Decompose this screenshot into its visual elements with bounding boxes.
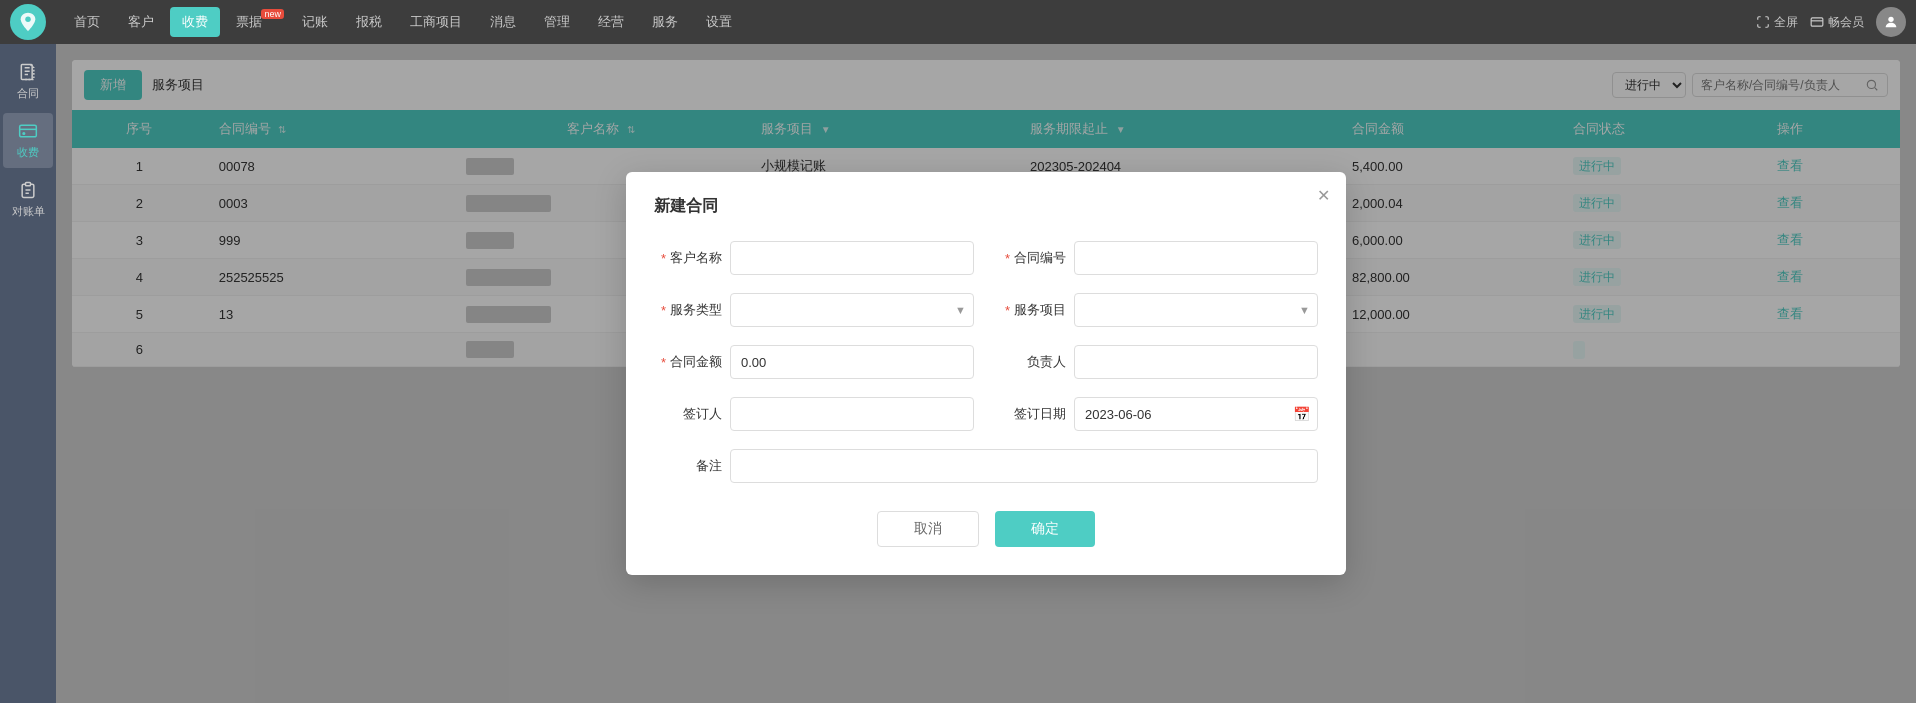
- label-sign-date: 签订日期: [998, 405, 1066, 423]
- nav-invoice[interactable]: 票据 new: [224, 7, 286, 37]
- input-signer[interactable]: [730, 397, 974, 431]
- field-customer-name: * 客户名称: [654, 241, 974, 275]
- modal-actions: 取消 确定: [654, 511, 1318, 547]
- nav-tax[interactable]: 报税: [344, 7, 394, 37]
- field-service-item: * 服务项目 ▼: [998, 293, 1318, 327]
- top-nav-right: 全屏 畅会员: [1756, 7, 1906, 37]
- field-sign-date: 签订日期 📅: [998, 397, 1318, 431]
- svg-rect-1: [1811, 18, 1823, 26]
- sidebar-item-contract[interactable]: 合同: [3, 54, 53, 109]
- sidebar: 合同 收费 对账单: [0, 44, 56, 703]
- new-contract-modal: ✕ 新建合同 * 客户名称: [626, 172, 1346, 575]
- field-remark: 备注: [654, 449, 1318, 483]
- confirm-button[interactable]: 确定: [995, 511, 1095, 547]
- nav-business[interactable]: 工商项目: [398, 7, 474, 37]
- svg-rect-3: [21, 65, 32, 80]
- select-service-item[interactable]: [1074, 293, 1318, 327]
- label-service-item: * 服务项目: [998, 301, 1066, 319]
- nav-billing[interactable]: 收费: [170, 7, 220, 37]
- member-button[interactable]: 畅会员: [1810, 14, 1864, 31]
- field-responsible: 负责人: [998, 345, 1318, 379]
- select-wrap-service-type: ▼: [730, 293, 974, 327]
- label-customer-name: * 客户名称: [654, 249, 722, 267]
- nav-operation[interactable]: 经营: [586, 7, 636, 37]
- svg-point-5: [23, 133, 25, 135]
- label-contract-amount: * 合同金额: [654, 353, 722, 371]
- sidebar-label-contract: 合同: [17, 86, 39, 101]
- modal-overlay: ✕ 新建合同 * 客户名称: [56, 44, 1916, 703]
- nav-customer[interactable]: 客户: [116, 7, 166, 37]
- nav-message[interactable]: 消息: [478, 7, 528, 37]
- sidebar-item-payment[interactable]: 收费: [3, 113, 53, 168]
- input-customer-name[interactable]: [730, 241, 974, 275]
- input-contract-amount[interactable]: [730, 345, 974, 379]
- select-service-type[interactable]: [730, 293, 974, 327]
- fullscreen-button[interactable]: 全屏: [1756, 14, 1798, 31]
- date-wrap-sign-date: 📅: [1074, 397, 1318, 431]
- input-contract-no[interactable]: [1074, 241, 1318, 275]
- top-navigation: 首页 客户 收费 票据 new 记账 报税 工商项目 消息 管理 经营 服务 设…: [0, 0, 1916, 44]
- label-service-type: * 服务类型: [654, 301, 722, 319]
- nav-manage[interactable]: 管理: [532, 7, 582, 37]
- label-remark: 备注: [654, 457, 722, 475]
- svg-rect-6: [26, 183, 31, 186]
- sidebar-label-payment: 收费: [17, 145, 39, 160]
- nav-bookkeeping[interactable]: 记账: [290, 7, 340, 37]
- modal-title: 新建合同: [654, 196, 1318, 217]
- modal-close-button[interactable]: ✕: [1317, 186, 1330, 205]
- select-wrap-service-item: ▼: [1074, 293, 1318, 327]
- label-responsible: 负责人: [998, 353, 1066, 371]
- nav-settings[interactable]: 设置: [694, 7, 744, 37]
- svg-point-0: [25, 17, 31, 23]
- main-layout: 合同 收费 对账单 新增 服务项目: [0, 44, 1916, 703]
- input-sign-date[interactable]: [1074, 397, 1318, 431]
- app-logo[interactable]: [10, 4, 46, 40]
- field-contract-amount: * 合同金额: [654, 345, 974, 379]
- user-avatar[interactable]: [1876, 7, 1906, 37]
- nav-menu: 首页 客户 收费 票据 new 记账 报税 工商项目 消息 管理 经营 服务 设…: [62, 7, 1756, 37]
- label-signer: 签订人: [654, 405, 722, 423]
- field-contract-no: * 合同编号: [998, 241, 1318, 275]
- svg-rect-4: [20, 125, 37, 137]
- sidebar-item-statement[interactable]: 对账单: [3, 172, 53, 227]
- nav-home[interactable]: 首页: [62, 7, 112, 37]
- new-badge: new: [261, 9, 284, 19]
- sidebar-label-statement: 对账单: [12, 204, 45, 219]
- nav-service[interactable]: 服务: [640, 7, 690, 37]
- content-area: 新增 服务项目 进行中 已完成 已终止: [56, 44, 1916, 703]
- field-service-type: * 服务类型 ▼: [654, 293, 974, 327]
- input-remark[interactable]: [730, 449, 1318, 483]
- label-contract-no: * 合同编号: [998, 249, 1066, 267]
- svg-point-2: [1888, 17, 1893, 22]
- cancel-button[interactable]: 取消: [877, 511, 979, 547]
- input-responsible[interactable]: [1074, 345, 1318, 379]
- field-signer: 签订人: [654, 397, 974, 431]
